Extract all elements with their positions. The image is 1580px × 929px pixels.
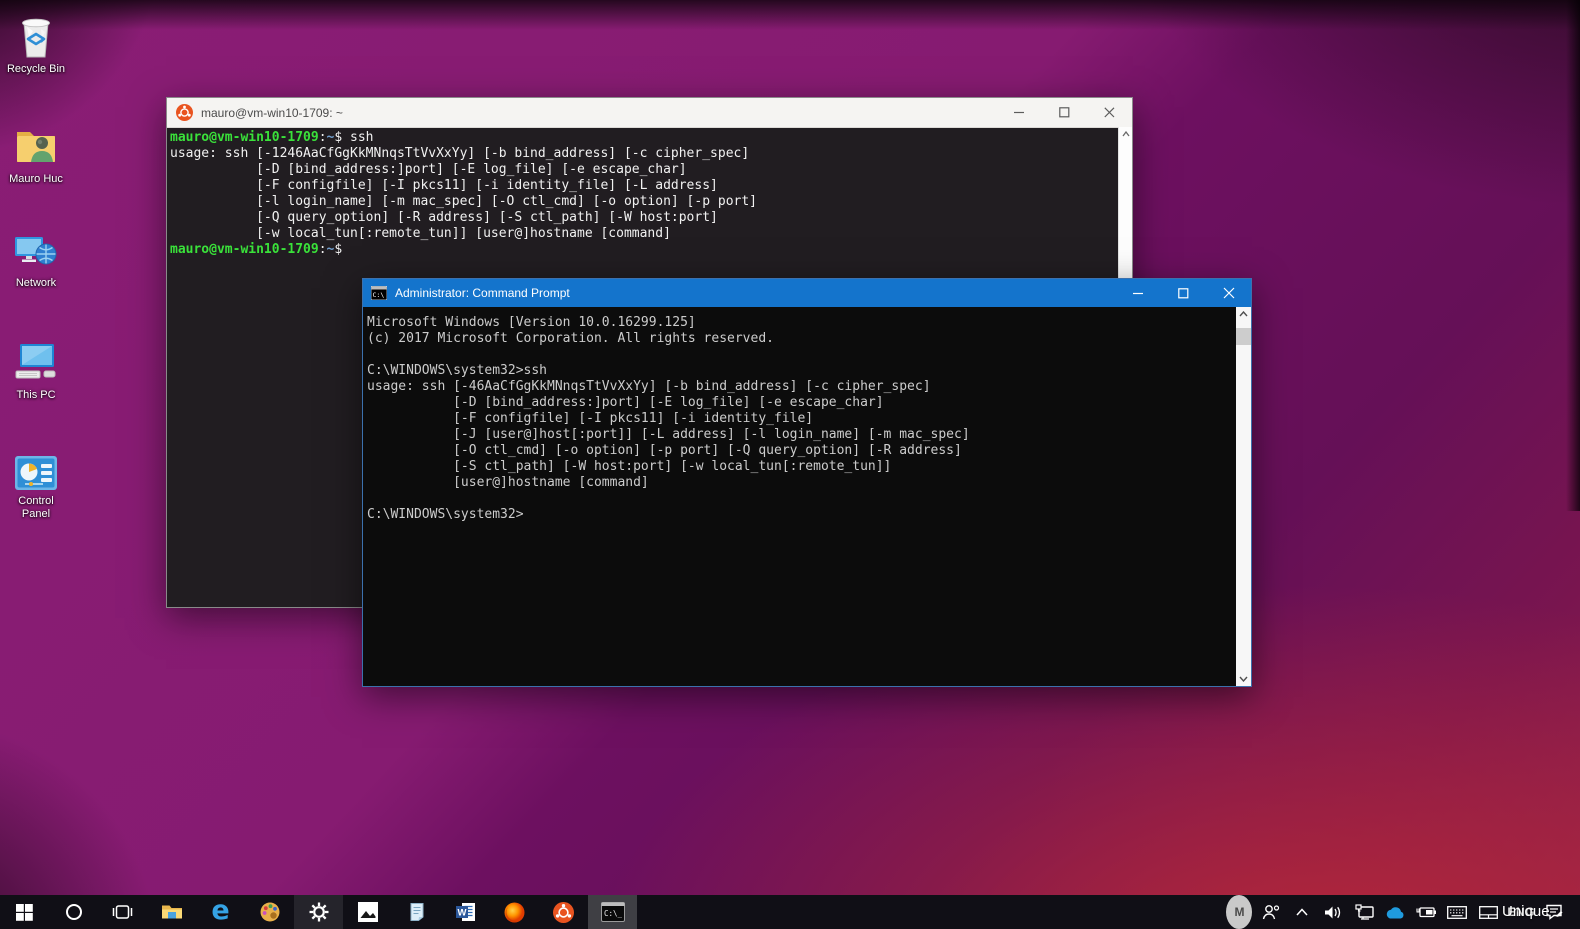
touchpad-icon [1479,905,1498,919]
ubuntu-prompt-line-1: mauro@vm-win10-1709:~$ ssh [170,130,374,145]
desktop-icon-recycle-bin[interactable]: Recycle Bin [0,14,72,76]
task-view-icon [112,905,133,919]
network-icon [15,237,57,265]
ubuntu-ssh-usage-output: usage: ssh [-1246AaCfGgKkMNnqsTtVvXxYy] … [170,146,757,241]
cmd-scrollbar-thumb[interactable] [1236,328,1251,345]
photos-icon [357,902,378,922]
show-hidden-icons-button[interactable] [1290,895,1314,929]
cmd-output-text: Microsoft Windows [Version 10.0.16299.12… [367,315,970,522]
onedrive-cloud-icon [1387,906,1404,918]
keyboard-icon [1447,905,1468,919]
volume-button[interactable] [1321,895,1345,929]
firefox-button[interactable] [490,895,539,929]
svg-text:W: W [457,907,466,918]
ubuntu-icon [553,901,574,923]
cmd-icon: C:\_ [600,902,625,922]
this-pc-icon [15,344,56,379]
battery-charging-icon [1416,907,1437,918]
watermark-text: Unique [1502,903,1550,920]
ubuntu-window-titlebar[interactable]: mauro@vm-win10-1709: ~ [167,98,1132,128]
ubuntu-logo-icon [176,104,193,121]
scroll-up-icon[interactable] [1239,311,1248,317]
command-prompt-taskbar-button[interactable]: C:\_ [588,895,637,929]
touch-keyboard-button[interactable] [1445,895,1469,929]
scroll-up-icon[interactable] [1122,131,1130,137]
desktop-icon-label: This PC [16,389,56,401]
ubuntu-command: ssh [342,130,374,145]
people-button[interactable] [1259,895,1283,929]
account-avatar[interactable]: M [1226,895,1253,929]
start-button[interactable] [0,895,49,929]
ubuntu-minimize-button[interactable] [997,98,1042,127]
ubuntu-window-title: mauro@vm-win10-1709: ~ [201,105,343,120]
speaker-icon [1325,906,1341,918]
taskbar: e W C:\_ M ENG [0,895,1580,929]
task-view-button[interactable] [98,895,147,929]
control-panel-icon [15,456,57,490]
firefox-icon [504,902,525,922]
desktop-icon-label: Recycle Bin [6,63,66,75]
paint-button[interactable] [245,895,294,929]
cortana-icon [65,904,82,920]
cmd-terminal-content[interactable]: Microsoft Windows [Version 10.0.16299.12… [363,307,1236,686]
touchpad-button[interactable] [1476,895,1500,929]
ubuntu-maximize-button[interactable] [1042,98,1087,127]
photos-button[interactable] [343,895,392,929]
cmd-scrollbar[interactable] [1236,307,1251,686]
user-folder-icon [17,132,55,162]
desktop-icon-label: Mauro Huc [9,173,63,185]
desktop-icon-label: Network [15,277,57,289]
desktop-icon-network[interactable]: Network [0,230,72,290]
recycle-bin-icon [22,18,50,58]
cortana-button[interactable] [49,895,98,929]
edge-button[interactable]: e [196,895,245,929]
cmd-maximize-button[interactable] [1161,279,1206,307]
windows-logo-icon [16,903,33,921]
gear-icon [309,902,328,922]
svg-text:C:\: C:\ [373,291,385,299]
ubuntu-close-button[interactable] [1087,98,1132,127]
ubuntu-taskbar-button[interactable] [539,895,588,929]
edge-icon: e [211,895,230,926]
desktop-icon-control-panel[interactable]: Control Panel [0,456,72,521]
svg-text:C:\_: C:\_ [604,909,623,918]
cmd-window-title: Administrator: Command Prompt [395,286,570,300]
word-button[interactable]: W [441,895,490,929]
settings-button[interactable] [294,895,343,929]
cmd-minimize-button[interactable] [1116,279,1161,307]
desktop-icon-this-pc[interactable]: This PC [0,342,72,402]
file-explorer-icon [161,905,182,919]
desktop-icon-user-folder[interactable]: Mauro Huc [0,124,72,186]
notepad-button[interactable] [392,895,441,929]
network-status-button[interactable] [1352,895,1376,929]
ethernet-icon [1355,904,1374,920]
desktop: Recycle Bin Mauro Huc Network This PC Co… [0,0,1580,929]
chevron-up-icon [1296,908,1309,916]
ubuntu-prompt-line-2: mauro@vm-win10-1709:~$ [170,242,343,257]
paint-icon [260,902,279,922]
cmd-close-button[interactable] [1206,279,1251,307]
word-icon: W [455,903,475,921]
people-icon [1263,905,1280,920]
scroll-down-icon[interactable] [1239,676,1248,682]
cmd-logo-icon: C:\ [371,286,387,300]
cmd-window-titlebar[interactable]: C:\ Administrator: Command Prompt [363,279,1251,307]
file-explorer-button[interactable] [147,895,196,929]
desktop-icon-label: Control Panel [18,495,54,520]
battery-button[interactable] [1414,895,1438,929]
command-prompt-window: C:\ Administrator: Command Prompt Micros… [362,278,1252,687]
onedrive-button[interactable] [1383,895,1407,929]
notepad-icon [410,903,423,921]
